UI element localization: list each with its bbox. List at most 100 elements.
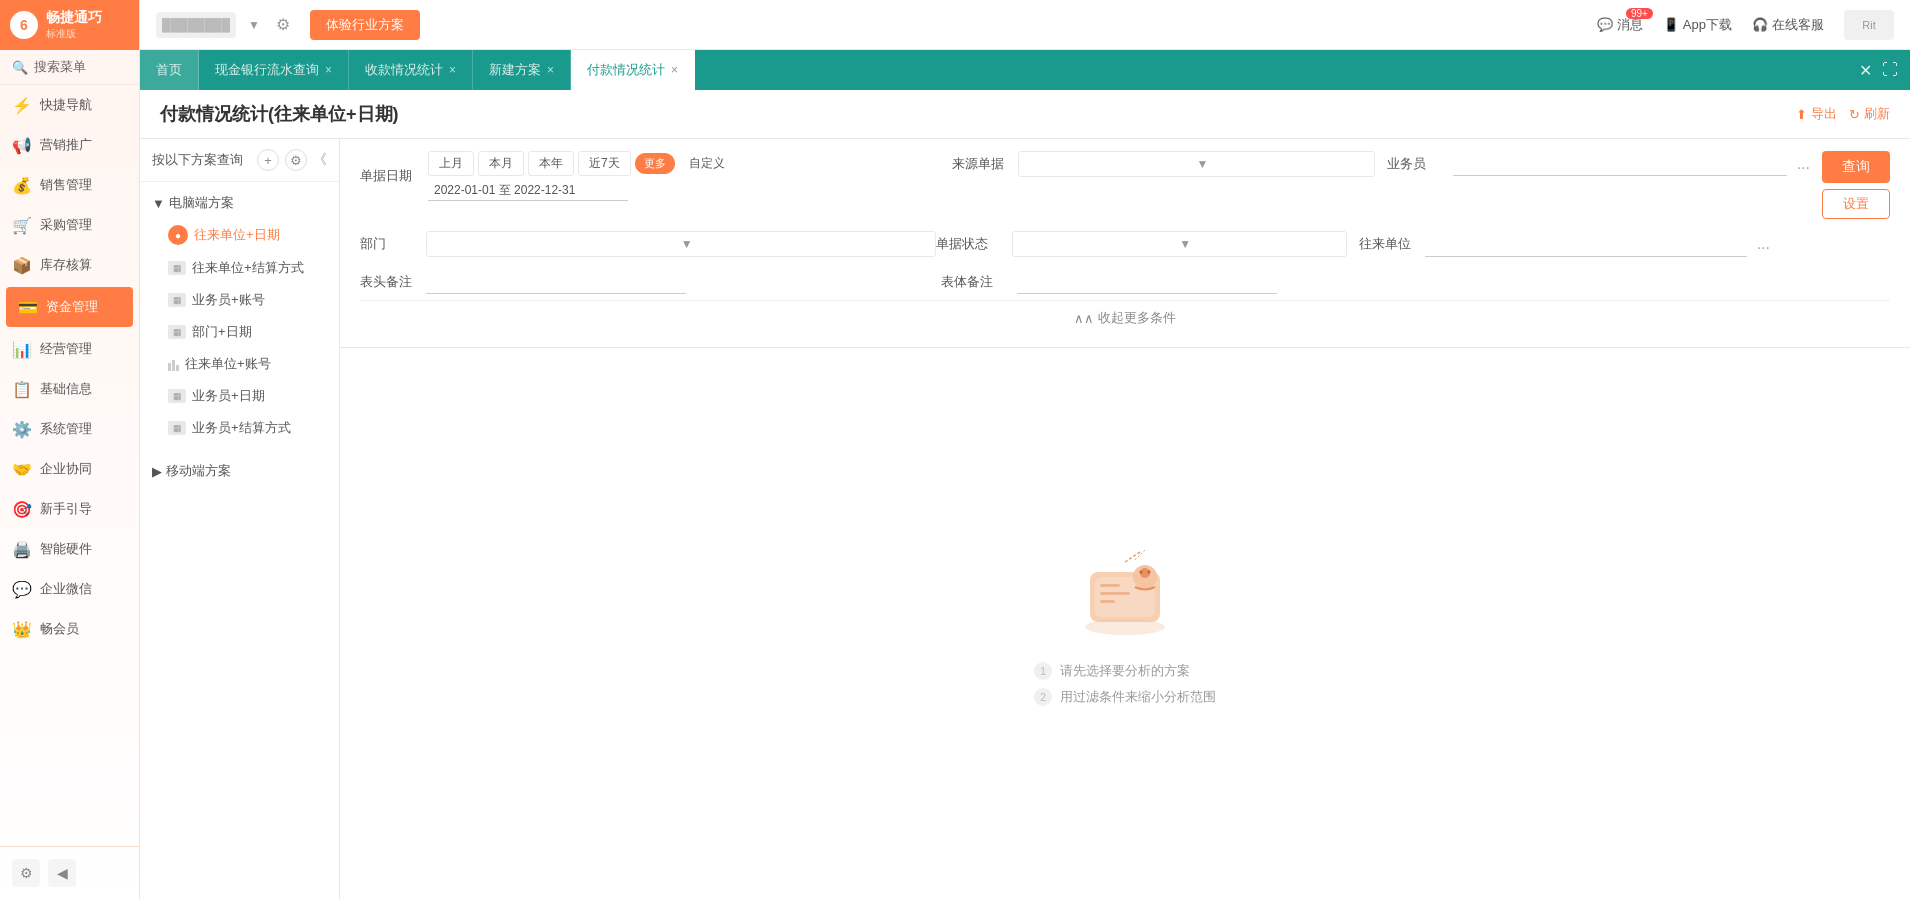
dept-select[interactable]: ▼ [426,231,936,257]
date-opt-custom[interactable]: 自定义 [679,152,735,175]
sidebar-item-sales[interactable]: 💰 销售管理 [0,165,139,205]
sidebar-item-basic-info[interactable]: 📋 基础信息 [0,369,139,409]
sidebar-item-quick-nav[interactable]: ⚡ 快捷导航 [0,85,139,125]
sidebar-item-inventory[interactable]: 📦 库存核算 [0,245,139,285]
messages-item[interactable]: 💬 消息 99+ [1597,16,1643,34]
unit-label: 往来单位 [1359,235,1419,253]
scheme-items-list: ●往来单位+日期▦往来单位+结算方式▦业务员+账号▦部门+日期 往来单位+账号▦… [140,218,339,444]
source-label: 来源单据 [952,155,1012,173]
export-btn[interactable]: ⬆ 导出 [1796,105,1837,123]
refresh-btn[interactable]: ↻ 刷新 [1849,105,1890,123]
scheme-item-unit-date[interactable]: ●往来单位+日期 [140,218,339,252]
desktop-section-label: 电脑端方案 [169,194,234,212]
filter-row-2: 部门 ▼ 单据状态 ▼ [360,231,1890,257]
date-opt-this-month[interactable]: 本月 [478,151,524,176]
query-btn[interactable]: 查询 [1822,151,1890,183]
scheme-item-label: 业务员+日期 [192,387,265,405]
desktop-section-arrow: ▼ [152,196,165,211]
tabs-expand-icon[interactable]: ⛶ [1882,61,1898,79]
salesman-label: 业务员 [1387,155,1447,173]
date-opt-more[interactable]: 更多 [635,153,675,174]
salesman-input[interactable] [1453,151,1787,176]
source-select[interactable]: ▼ [1018,151,1375,177]
tab-payment-stats-close[interactable]: × [671,63,678,77]
topbar-chevron-icon[interactable]: ▼ [248,18,260,32]
tip-num-1: 1 [1034,662,1052,680]
scheme-item-label: 往来单位+日期 [194,226,280,244]
scheme-item-label: 业务员+结算方式 [192,419,291,437]
sidebar-collapse-btn[interactable]: ◀ [48,859,76,887]
body-note-input[interactable] [1017,269,1277,294]
user-avatar[interactable]: Rit [1844,10,1894,40]
topbar-right: 💬 消息 99+ 📱 App下载 🎧 在线客服 Rit [1597,10,1894,40]
operations-icon: 📊 [12,339,32,359]
filter-settings-btn[interactable]: 设置 [1822,189,1890,219]
svg-rect-4 [1100,592,1130,595]
date-opt-7days[interactable]: 近7天 [578,151,631,176]
sidebar-item-label-wechat: 企业微信 [40,580,92,598]
scheme-collapse-btn[interactable]: 《 [313,151,327,169]
export-label: 导出 [1811,105,1837,123]
tab-receivable-stats-close[interactable]: × [449,63,456,77]
scheme-item-label: 往来单位+账号 [185,355,271,373]
app-download-item[interactable]: 📱 App下载 [1663,16,1732,34]
sidebar-item-finance[interactable]: 💳 资金管理 [6,287,133,327]
date-opt-this-year[interactable]: 本年 [528,151,574,176]
scheme-item-salesman-settle[interactable]: ▦业务员+结算方式 [140,412,339,444]
sales-icon: 💰 [12,175,32,195]
scheme-settings-btn[interactable]: ⚙ [285,149,307,171]
body-note-group: 表体备注 [941,269,1356,294]
tab-bank-flow-close[interactable]: × [325,63,332,77]
scheme-item-unit-settle[interactable]: ▦往来单位+结算方式 [140,252,339,284]
sidebar-settings-btn[interactable]: ⚙ [12,859,40,887]
sidebar-item-member[interactable]: 👑 畅会员 [0,609,139,649]
scheme-item-dept-date[interactable]: ▦部门+日期 [140,316,339,348]
unit-input[interactable] [1425,232,1747,257]
dept-select-chevron: ▼ [681,237,925,251]
tab-payment-stats[interactable]: 付款情况统计 × [571,50,695,90]
scheme-add-btn[interactable]: + [257,149,279,171]
doc-status-select[interactable]: ▼ [1012,231,1347,257]
scheme-item-salesman-account[interactable]: ▦业务员+账号 [140,284,339,316]
mobile-section-title[interactable]: ▶ 移动端方案 [140,456,339,486]
sidebar-item-system[interactable]: ⚙️ 系统管理 [0,409,139,449]
tabs-close-all-icon[interactable]: ✕ [1859,61,1872,80]
app-name-group: 畅捷通巧 标准版 [46,9,102,41]
header-note-input[interactable] [426,269,686,294]
date-opt-last-month[interactable]: 上月 [428,151,474,176]
search-menu[interactable]: 🔍 搜索菜单 [0,50,139,85]
topbar-gear-icon[interactable]: ⚙ [276,15,290,34]
sidebar-footer: ⚙ ◀ [0,846,139,899]
desktop-section-title[interactable]: ▼ 电脑端方案 [140,188,339,218]
tab-home[interactable]: 首页 [140,50,199,90]
date-range-row [428,180,735,201]
empty-icon [1065,542,1185,642]
sidebar-item-operations[interactable]: 📊 经营管理 [0,329,139,369]
sidebar-item-hardware[interactable]: 🖨️ 智能硬件 [0,529,139,569]
unit-dots-btn[interactable]: ... [1757,235,1770,253]
app-download-label: App下载 [1683,16,1732,34]
sidebar-item-enterprise[interactable]: 🤝 企业协同 [0,449,139,489]
tab-new-scheme-close[interactable]: × [547,63,554,77]
sidebar-item-purchase[interactable]: 🛒 采购管理 [0,205,139,245]
tab-new-scheme[interactable]: 新建方案 × [473,50,571,90]
scheme-item-salesman-date[interactable]: ▦业务员+日期 [140,380,339,412]
scheme-table-icon: ▦ [168,293,186,307]
date-range-input[interactable] [428,180,628,201]
scheme-item-label: 部门+日期 [192,323,252,341]
trial-btn[interactable]: 体验行业方案 [310,10,420,40]
online-service-item[interactable]: 🎧 在线客服 [1752,16,1824,34]
sidebar-item-wechat[interactable]: 💬 企业微信 [0,569,139,609]
collapse-more-btn[interactable]: ∧∧ 收起更多条件 [360,300,1890,335]
sidebar-item-guide[interactable]: 🎯 新手引导 [0,489,139,529]
source-select-chevron: ▼ [1197,157,1364,171]
tip-text-1: 请先选择要分析的方案 [1060,662,1190,680]
member-icon: 👑 [12,619,32,639]
topbar: ████████ ▼ ⚙ 体验行业方案 💬 消息 99+ 📱 App下载 🎧 在… [140,0,1910,50]
sidebar-item-label-operations: 经营管理 [40,340,92,358]
tab-receivable-stats[interactable]: 收款情况统计 × [349,50,473,90]
sidebar-item-marketing[interactable]: 📢 营销推广 [0,125,139,165]
salesman-dots-btn[interactable]: ... [1797,155,1810,173]
scheme-item-unit-account[interactable]: 往来单位+账号 [140,348,339,380]
tab-bank-flow[interactable]: 现金银行流水查询 × [199,50,349,90]
